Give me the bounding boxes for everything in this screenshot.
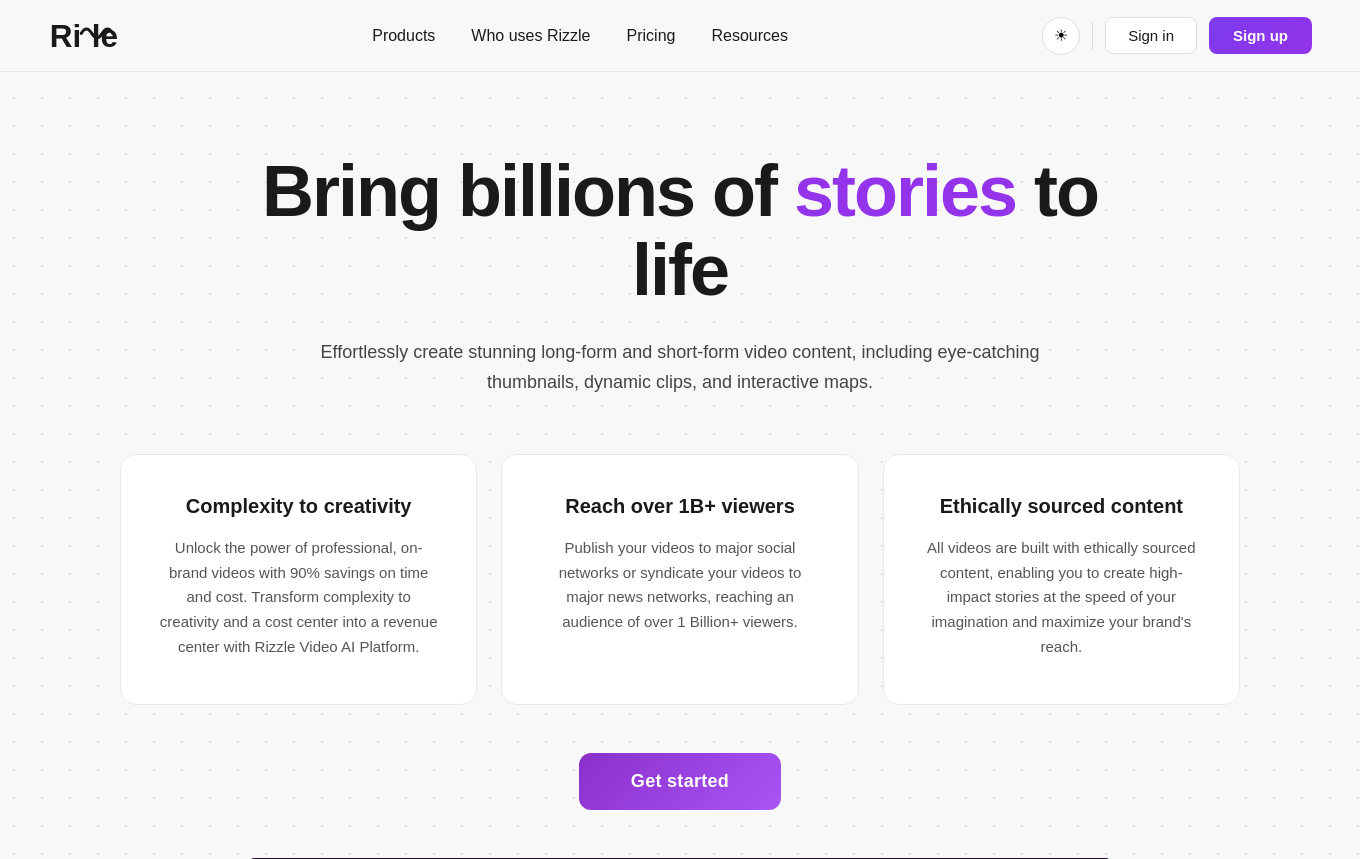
nav-actions: ☀ Sign in Sign up <box>1042 17 1312 55</box>
svg-text:le: le <box>92 18 118 54</box>
card-reach-text: Publish your videos to major social netw… <box>538 536 821 635</box>
card-complexity-title: Complexity to creativity <box>157 495 440 518</box>
cta-section: Get started <box>579 753 781 810</box>
card-ethical-text: All videos are built with ethically sour… <box>920 536 1203 660</box>
hero-headline: Bring billions of stories to life <box>250 152 1110 310</box>
nav-products[interactable]: Products <box>372 27 435 44</box>
card-ethical-title: Ethically sourced content <box>920 495 1203 518</box>
logo[interactable]: Ri le <box>48 16 118 56</box>
card-ethical: Ethically sourced content All videos are… <box>883 454 1240 705</box>
nav-who-uses[interactable]: Who uses Rizzle <box>471 27 590 44</box>
card-complexity-text: Unlock the power of professional, on-bra… <box>157 536 440 660</box>
headline-prefix: Bring billions of <box>262 151 794 231</box>
signin-button[interactable]: Sign in <box>1105 17 1197 54</box>
get-started-button[interactable]: Get started <box>579 753 781 810</box>
signup-button[interactable]: Sign up <box>1209 17 1312 54</box>
card-complexity: Complexity to creativity Unlock the powe… <box>120 454 477 705</box>
logo-icon: Ri le <box>48 16 118 56</box>
headline-highlight: stories <box>794 151 1016 231</box>
card-reach-title: Reach over 1B+ viewers <box>538 495 821 518</box>
cards-row: Complexity to creativity Unlock the powe… <box>80 454 1280 705</box>
nav-resources[interactable]: Resources <box>711 27 787 44</box>
svg-text:Ri: Ri <box>50 18 82 54</box>
hero-subtext: Effortlessly create stunning long-form a… <box>320 338 1040 397</box>
main-content: Bring billions of stories to life Effort… <box>0 72 1360 859</box>
nav-divider <box>1092 22 1093 50</box>
navbar: Ri le Products Who uses Rizzle Pricing R… <box>0 0 1360 72</box>
card-reach: Reach over 1B+ viewers Publish your vide… <box>501 454 858 705</box>
theme-toggle-button[interactable]: ☀ <box>1042 17 1080 55</box>
nav-pricing[interactable]: Pricing <box>627 27 676 44</box>
nav-links: Products Who uses Rizzle Pricing Resourc… <box>372 27 788 45</box>
hero-section: Bring billions of stories to life Effort… <box>230 152 1130 454</box>
